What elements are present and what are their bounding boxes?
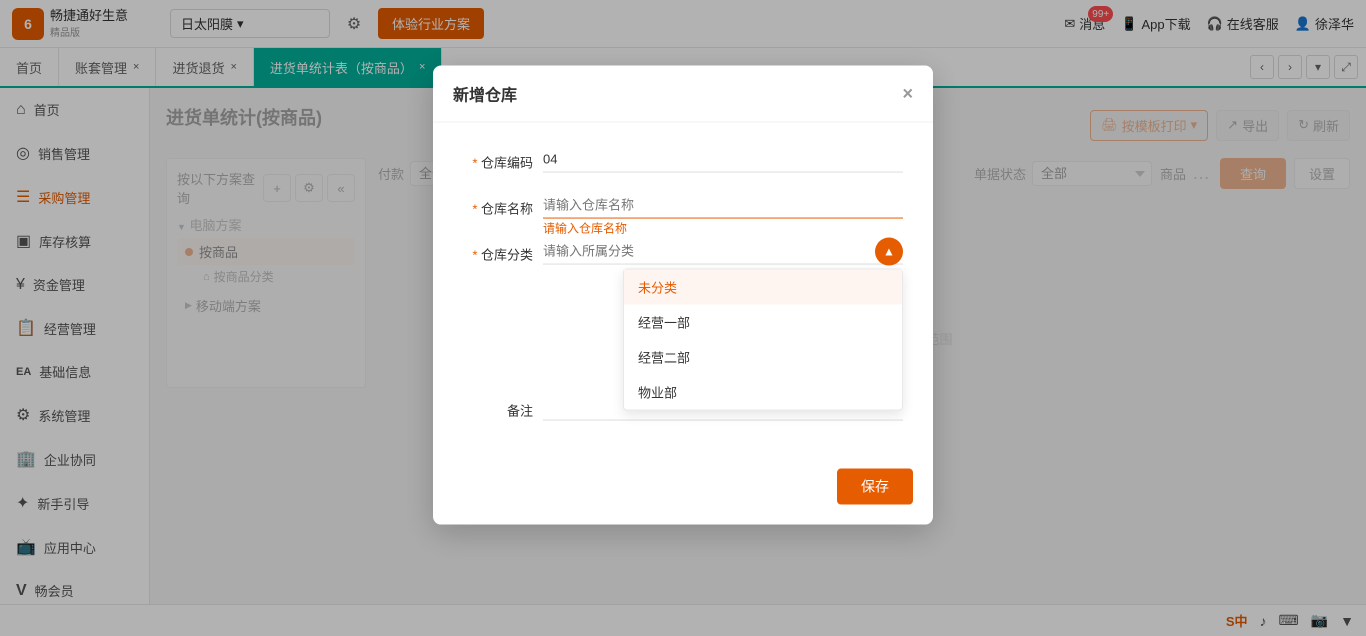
- category-dropdown: 未分类 经营一部 经营二部 物业部: [623, 269, 903, 411]
- modal-close-button[interactable]: ×: [902, 83, 913, 104]
- warehouse-code-field: 仓库编码: [463, 147, 903, 173]
- dropdown-item-property[interactable]: 物业部: [624, 375, 902, 410]
- modal-title: 新增仓库: [453, 82, 517, 106]
- category-label: 仓库分类: [463, 239, 543, 264]
- warehouse-category-field: 仓库分类 ▲ 未分类 经营一部 经营二部 物业部: [463, 239, 903, 265]
- name-error-message: 请输入仓库名称: [543, 220, 627, 237]
- category-input[interactable]: [543, 239, 903, 265]
- save-button[interactable]: 保存: [837, 469, 913, 505]
- warehouse-code-input[interactable]: [543, 147, 903, 173]
- dropdown-item-dept1[interactable]: 经营一部: [624, 305, 902, 340]
- category-toggle-button[interactable]: ▲: [875, 238, 903, 266]
- name-label: 仓库名称: [463, 193, 543, 218]
- warehouse-name-input[interactable]: [543, 193, 903, 219]
- warehouse-name-field: 仓库名称 请输入仓库名称: [463, 193, 903, 219]
- modal-body: 仓库编码 仓库名称 请输入仓库名称 仓库分类 ▲ 未分类 经营一部 经营二部 物…: [433, 123, 933, 457]
- dropdown-item-uncategorized[interactable]: 未分类: [624, 270, 902, 305]
- modal-footer: 保存: [433, 457, 933, 525]
- code-label: 仓库编码: [463, 147, 543, 172]
- note-label: 备注: [463, 395, 543, 420]
- add-warehouse-modal: 新增仓库 × 仓库编码 仓库名称 请输入仓库名称 仓库分类 ▲ 未分类 经营一部: [433, 66, 933, 525]
- dropdown-item-dept2[interactable]: 经营二部: [624, 340, 902, 375]
- category-field-wrapper: ▲ 未分类 经营一部 经营二部 物业部: [543, 239, 903, 265]
- modal-header: 新增仓库 ×: [433, 66, 933, 123]
